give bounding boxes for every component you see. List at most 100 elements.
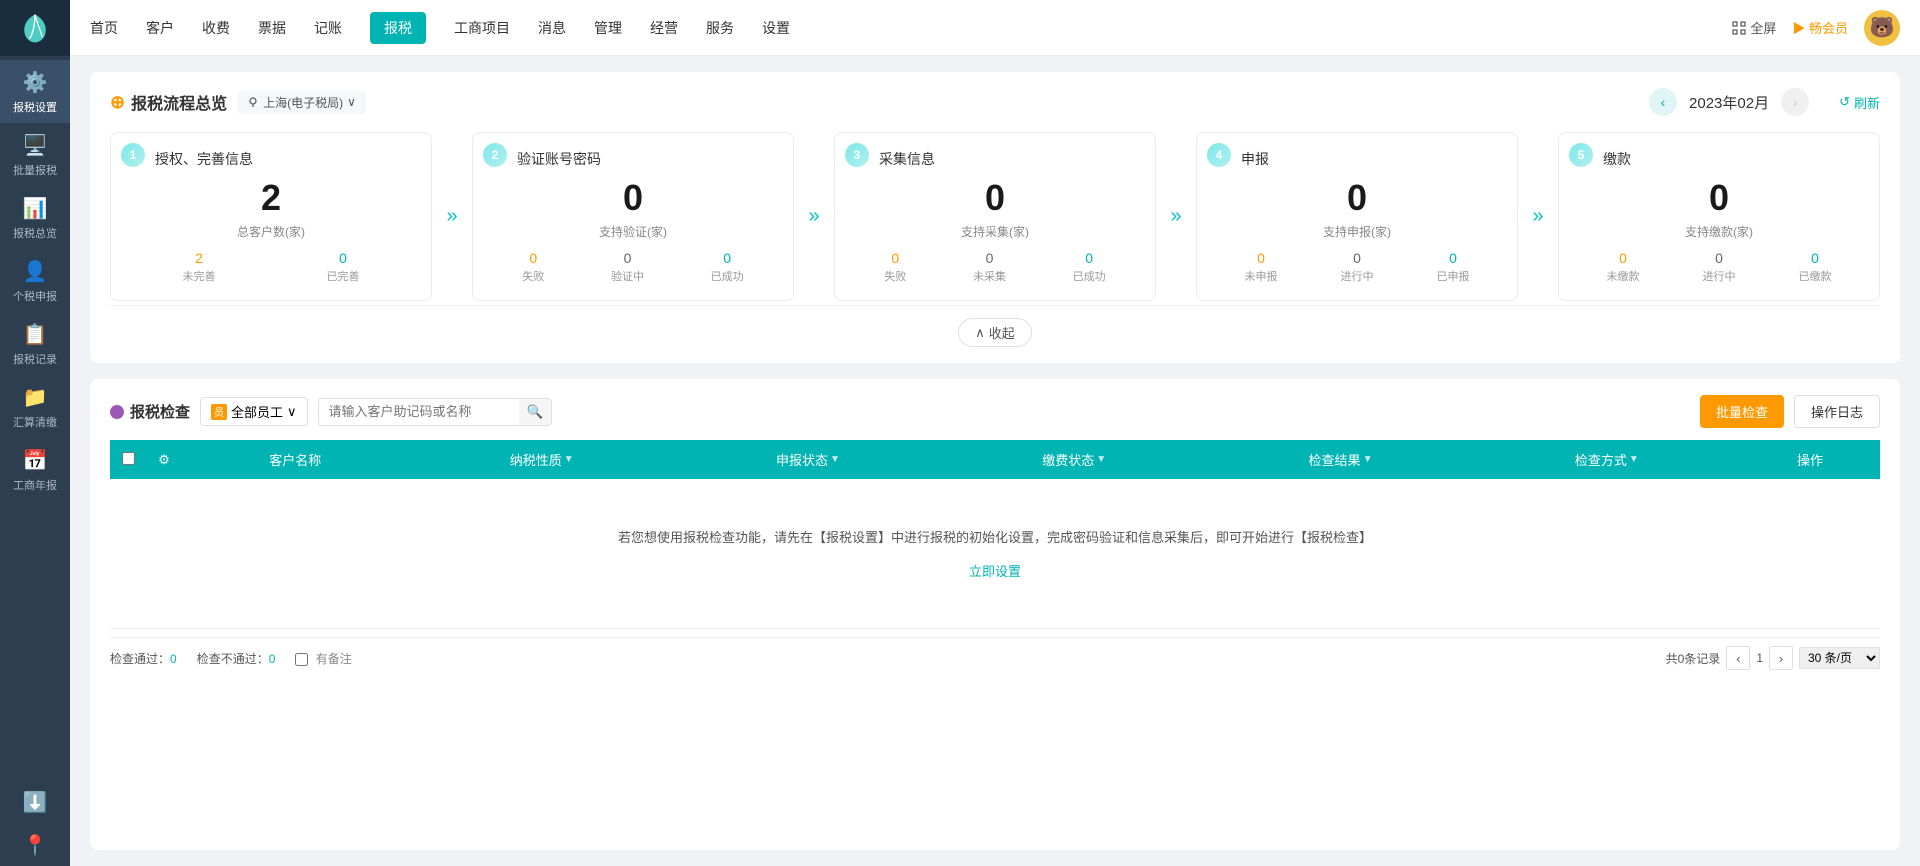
next-page-button[interactable]: › [1769,646,1793,670]
prev-month-button[interactable]: ‹ [1649,88,1677,116]
nav-home[interactable]: 首页 [90,14,118,42]
batch-tax-icon: 🖥️ [23,133,48,158]
nav-right: 全屏 ▶ 畅会员 🐻 [1732,10,1900,46]
detail-incomplete: 2 未完善 [183,250,216,284]
operation-log-button[interactable]: 操作日志 [1794,395,1880,428]
pass-count[interactable]: 0 [170,652,177,666]
step-count-3: 0 [851,177,1139,219]
app-logo[interactable] [0,0,70,56]
incomplete-label: 未完善 [183,268,216,284]
location-badge-icon [247,96,259,108]
filter-icon-2: ▼ [830,454,840,465]
sidebar-item-tax-settings[interactable]: ⚙️ 报税设置 [0,60,70,123]
nav-menu: 首页 客户 收费 票据 记账 报税 工商项目 消息 管理 经营 服务 设置 [90,12,1732,44]
nav-fees[interactable]: 收费 [202,14,230,42]
note-checkbox[interactable] [295,653,308,666]
sidebar: ⚙️ 报税设置 🖥️ 批量报税 📊 报税总览 👤 个税申报 📋 报税记录 📁 汇… [0,0,70,866]
annual-report-icon: 📅 [23,448,48,473]
nav-settings[interactable]: 设置 [762,14,790,42]
sidebar-item-batch-tax[interactable]: 🖥️ 批量报税 [0,123,70,186]
member-button[interactable]: ▶ 畅会员 [1792,18,1848,37]
next-month-button[interactable]: › [1781,88,1809,116]
nav-accounting[interactable]: 记账 [314,14,342,42]
total-records: 共0条记录 [1666,650,1721,667]
incomplete-count: 2 [195,250,203,266]
step-details-3: 0 失败 0 未采集 0 已成功 [851,250,1139,284]
process-step-4: 4 申报 0 支持申报(家) 0 未申报 0 进行中 [1196,132,1518,301]
nav-messages[interactable]: 消息 [538,14,566,42]
arrow-1-2: » [432,132,472,301]
step-title-5: 缴款 [1603,149,1863,169]
step-title-1: 授权、完善信息 [155,149,415,169]
step-number-2: 2 [483,143,507,167]
empty-state: 若您想使用报税检查功能，请先在【报税设置】中进行报税的初始化设置，完成密码验证和… [118,487,1872,620]
col-check-method: 检查方式 ▼ [1474,440,1740,479]
detail-verifying: 0 验证中 [611,250,644,284]
step-title-2: 验证账号密码 [517,149,777,169]
select-all-checkbox[interactable] [122,452,135,465]
sidebar-item-location[interactable]: 📍 [0,823,70,866]
per-page-select[interactable]: 30 条/页 50 条/页 100 条/页 [1799,647,1880,669]
employee-filter[interactable]: 员 全部员工 ∨ [200,397,308,426]
collapse-button[interactable]: ∧ 收起 [958,318,1032,347]
step-count-5: 0 [1575,177,1863,219]
refresh-button[interactable]: ↺ 刷新 [1839,93,1880,112]
step-number-5: 5 [1569,143,1593,167]
nav-business[interactable]: 工商项目 [454,14,510,42]
detail-fail: 0 失败 [522,250,544,284]
download-icon: ⬇️ [23,790,48,815]
arrow-3-4: » [1156,132,1196,301]
collapse-bar: ∧ 收起 [110,305,1880,347]
sidebar-item-tax-overview[interactable]: 📊 报税总览 [0,186,70,249]
check-footer: 检查通过：0 检查不通过：0 有备注 共0条记录 ‹ 1 › 30 条/页 50 [110,637,1880,670]
fail-stat: 检查不通过：0 [197,650,276,667]
setup-link[interactable]: 立即设置 [969,564,1021,579]
step-details-5: 0 未缴款 0 进行中 0 已缴款 [1575,250,1863,284]
col-check-result: 检查结果 ▼ [1207,440,1473,479]
step-details-2: 0 失败 0 验证中 0 已成功 [489,250,777,284]
nav-invoices[interactable]: 票据 [258,14,286,42]
collapse-icon: ∧ [975,325,985,341]
sidebar-item-download[interactable]: ⬇️ [0,780,70,823]
batch-check-button[interactable]: 批量检查 [1700,395,1784,428]
sidebar-item-personal-tax[interactable]: 👤 个税申报 [0,249,70,312]
tax-records-icon: 📋 [23,322,48,347]
step-label-1: 总客户数(家) [127,223,415,240]
note-filter[interactable]: 有备注 [295,650,351,667]
step-label-3: 支持采集(家) [851,223,1139,240]
location-badge[interactable]: 上海(电子税局) ∨ [237,91,366,114]
fail-count[interactable]: 0 [269,652,276,666]
process-header: ⊕ 报税流程总览 上海(电子税局) ∨ ‹ 2023年02月 › ↺ 刷新 [110,88,1880,116]
step-count-4: 0 [1213,177,1501,219]
process-overview-card: ⊕ 报税流程总览 上海(电子税局) ∨ ‹ 2023年02月 › ↺ 刷新 [90,72,1900,363]
step-label-4: 支持申报(家) [1213,223,1501,240]
check-title: 报税检查 [110,401,190,422]
sidebar-item-settlement[interactable]: 📁 汇算清缴 [0,375,70,438]
complete-label: 已完善 [327,268,360,284]
nav-services[interactable]: 服务 [706,14,734,42]
step-number-4: 4 [1207,143,1231,167]
nav-customer[interactable]: 客户 [146,14,174,42]
arrow-4-5: » [1518,132,1558,301]
gear-icon[interactable]: ⚙ [158,452,170,467]
filter-icon-5: ▼ [1629,454,1639,465]
step-details-1: 2 未完善 0 已完善 [127,250,415,284]
tax-check-card: 报税检查 员 全部员工 ∨ 🔍 批量检查 操作日志 [90,379,1900,850]
col-tax-nature: 纳税性质 ▼ [409,440,675,479]
fullscreen-button[interactable]: 全屏 [1732,18,1776,37]
detail-complete: 0 已完善 [327,250,360,284]
fullscreen-icon [1732,21,1746,35]
search-button[interactable]: 🔍 [519,399,552,425]
nav-operations[interactable]: 经营 [650,14,678,42]
user-avatar[interactable]: 🐻 [1864,10,1900,46]
sidebar-item-annual-report[interactable]: 📅 工商年报 [0,438,70,501]
nav-management[interactable]: 管理 [594,14,622,42]
settlement-icon: 📁 [23,385,48,410]
search-input[interactable] [319,399,519,424]
col-declare-status: 申报状态 ▼ [675,440,941,479]
prev-page-button[interactable]: ‹ [1726,646,1750,670]
sidebar-item-tax-records[interactable]: 📋 报税记录 [0,312,70,375]
nav-tax[interactable]: 报税 [370,12,426,44]
process-title: ⊕ 报税流程总览 [110,90,227,114]
col-operation: 操作 [1740,440,1880,479]
